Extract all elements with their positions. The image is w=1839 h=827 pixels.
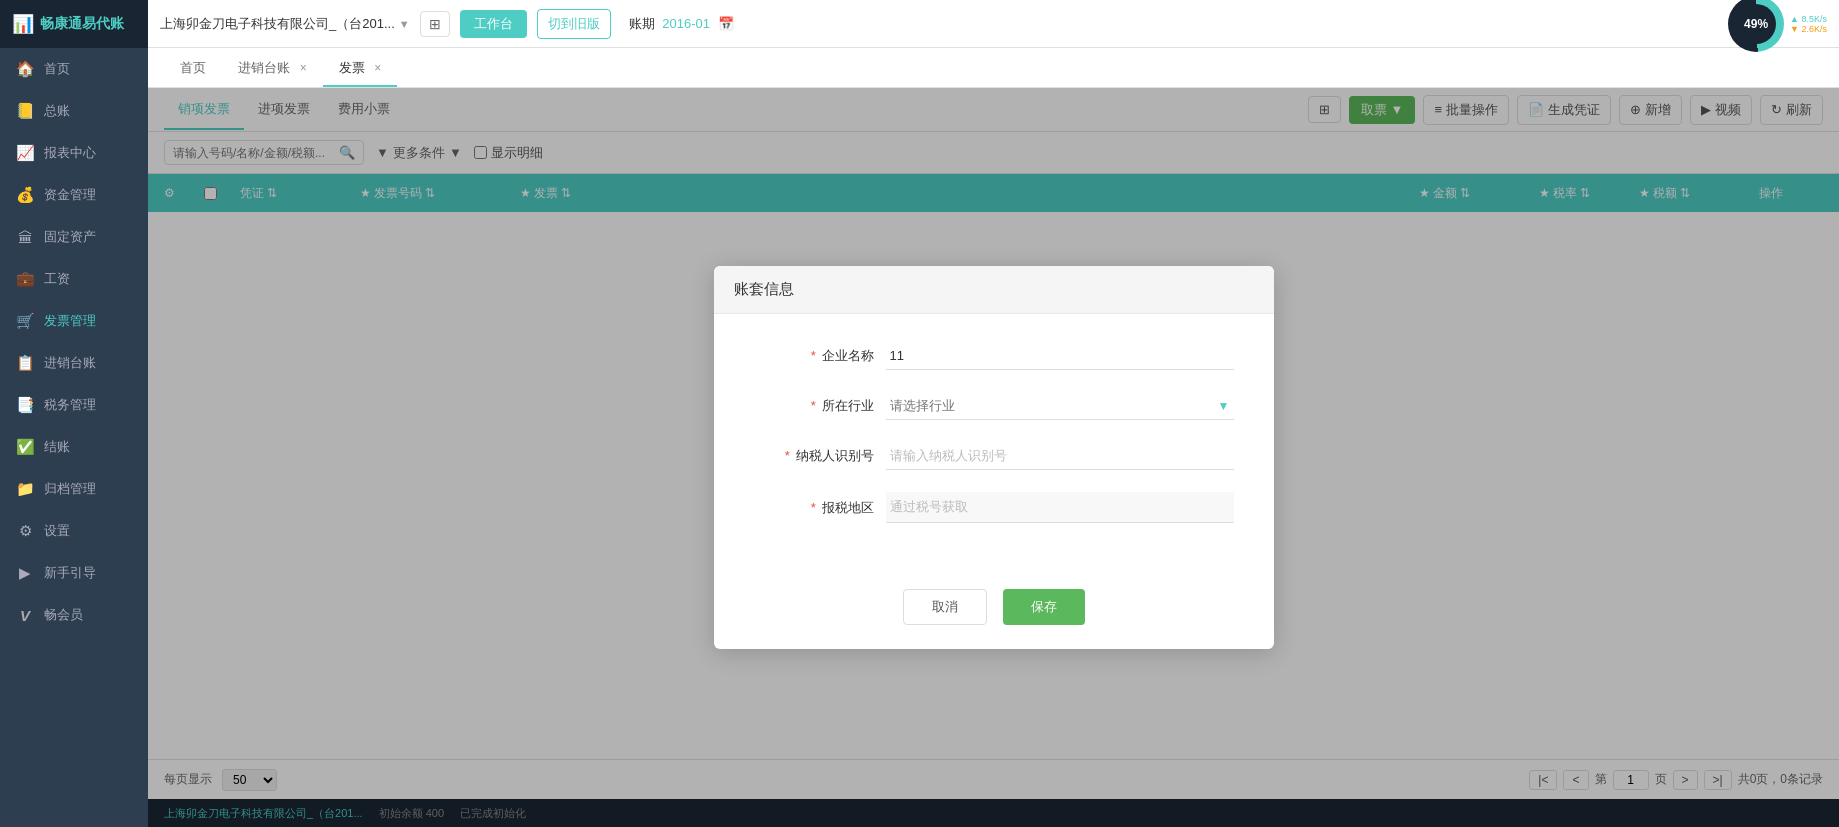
ledger-icon: 📒: [16, 102, 34, 120]
sidebar-item-label: 总账: [44, 102, 70, 120]
tax-region-display: 通过税号获取: [886, 492, 1234, 523]
sidebar-item-label: 报表中心: [44, 144, 96, 162]
app-logo: 📊 畅康通易代账: [0, 0, 148, 48]
tax-id-input[interactable]: [886, 442, 1234, 470]
main-area: 上海卯金刀电子科技有限公司_（台201... ▼ ⊞ 工作台 切到旧版 账期 2…: [148, 0, 1839, 827]
company-name-input[interactable]: [886, 342, 1234, 370]
guide-icon: ▶: [16, 564, 34, 582]
sidebar-nav: 🏠 首页 📒 总账 📈 报表中心 💰 资金管理 🏛 固定资产 💼 工资 🛒 发票…: [0, 48, 148, 827]
sidebar-item-assets[interactable]: 🏛 固定资产: [0, 216, 148, 258]
sidebar-item-label: 进销台账: [44, 354, 96, 372]
tax-id-label: * 纳税人识别号: [754, 447, 874, 465]
copy-icon-button[interactable]: ⊞: [420, 11, 450, 37]
report-icon: 📈: [16, 144, 34, 162]
breadcrumb-tab-home[interactable]: 首页: [164, 51, 222, 87]
company-chevron-icon: ▼: [399, 18, 410, 30]
speed-percent: 49%: [1744, 17, 1768, 31]
sidebar-item-settings[interactable]: ⚙ 设置: [0, 510, 148, 552]
speed-circle: 49%: [1728, 0, 1784, 52]
topbar: 上海卯金刀电子科技有限公司_（台201... ▼ ⊞ 工作台 切到旧版 账期 2…: [148, 0, 1839, 48]
settle-icon: ✅: [16, 438, 34, 456]
dialog-body: * 企业名称 * 所在行业 ▼: [714, 314, 1274, 573]
download-speed: ▼ 2.6K/s: [1790, 24, 1827, 34]
logo-icon: 📊: [12, 13, 34, 35]
tax-id-row: * 纳税人识别号: [754, 442, 1234, 470]
sidebar-item-tax[interactable]: 📑 税务管理: [0, 384, 148, 426]
workbench-button[interactable]: 工作台: [460, 10, 527, 38]
content-area: 销项发票 进项发票 费用小票 ⊞ 取票 ▼ ≡ 批量操作: [148, 88, 1839, 827]
save-button[interactable]: 保存: [1003, 589, 1085, 625]
company-selector[interactable]: 上海卯金刀电子科技有限公司_（台201... ▼: [160, 15, 410, 33]
sidebar-item-purchase[interactable]: 📋 进销台账: [0, 342, 148, 384]
sidebar-item-ledger[interactable]: 📒 总账: [0, 90, 148, 132]
logo-text: 畅康通易代账: [40, 15, 124, 33]
calendar-icon: 📅: [718, 16, 734, 31]
tax-region-label: * 报税地区: [754, 499, 874, 517]
sidebar-item-label: 资金管理: [44, 186, 96, 204]
purchase-icon: 📋: [16, 354, 34, 372]
speed-stats: ▲ 8.5K/s ▼ 2.6K/s: [1790, 14, 1827, 34]
home-icon: 🏠: [16, 60, 34, 78]
settings-icon: ⚙: [16, 522, 34, 540]
sidebar-item-home[interactable]: 🏠 首页: [0, 48, 148, 90]
member-icon: V: [16, 607, 34, 624]
tax-icon: 📑: [16, 396, 34, 414]
period-label: 账期 2016-01 📅: [629, 15, 734, 33]
sidebar-item-funds[interactable]: 💰 资金管理: [0, 174, 148, 216]
sidebar-item-guide[interactable]: ▶ 新手引导: [0, 552, 148, 594]
sidebar-item-label: 结账: [44, 438, 70, 456]
upload-speed: ▲ 8.5K/s: [1790, 14, 1827, 24]
cancel-button[interactable]: 取消: [903, 589, 987, 625]
switch-old-button[interactable]: 切到旧版: [537, 9, 611, 39]
breadcrumb-tab-purchase[interactable]: 进销台账 ×: [222, 51, 323, 87]
dialog-title: 账套信息: [714, 266, 1274, 314]
company-name-row: * 企业名称: [754, 342, 1234, 370]
sidebar-item-salary[interactable]: 💼 工资: [0, 258, 148, 300]
dialog-footer: 取消 保存: [714, 573, 1274, 649]
dialog-overlay: 账套信息 * 企业名称 * 所在行业: [148, 88, 1839, 827]
assets-icon: 🏛: [16, 229, 34, 246]
industry-input[interactable]: [890, 398, 1218, 413]
funds-icon: 💰: [16, 186, 34, 204]
close-invoice-tab-icon[interactable]: ×: [374, 61, 381, 75]
account-info-dialog: 账套信息 * 企业名称 * 所在行业: [714, 266, 1274, 649]
invoice-icon: 🛒: [16, 312, 34, 330]
sidebar-item-invoice[interactable]: 🛒 发票管理: [0, 300, 148, 342]
sidebar-item-label: 税务管理: [44, 396, 96, 414]
industry-chevron-icon: ▼: [1218, 399, 1230, 413]
sidebar-item-label: 首页: [44, 60, 70, 78]
sidebar-item-label: 设置: [44, 522, 70, 540]
sidebar-item-archive[interactable]: 📁 归档管理: [0, 468, 148, 510]
sidebar-item-label: 归档管理: [44, 480, 96, 498]
sidebar-item-label: 发票管理: [44, 312, 96, 330]
sidebar-item-label: 新手引导: [44, 564, 96, 582]
sidebar-item-member[interactable]: V 畅会员: [0, 594, 148, 636]
company-name-label: * 企业名称: [754, 347, 874, 365]
close-purchase-tab-icon[interactable]: ×: [300, 61, 307, 75]
sidebar-item-label: 工资: [44, 270, 70, 288]
salary-icon: 💼: [16, 270, 34, 288]
archive-icon: 📁: [16, 480, 34, 498]
tax-region-row: * 报税地区 通过税号获取: [754, 492, 1234, 523]
network-widget: 49% ▲ 8.5K/s ▼ 2.6K/s: [1728, 0, 1827, 52]
company-name: 上海卯金刀电子科技有限公司_（台201...: [160, 15, 395, 33]
industry-row: * 所在行业 ▼: [754, 392, 1234, 420]
sidebar-item-settle[interactable]: ✅ 结账: [0, 426, 148, 468]
breadcrumb-tab-invoice[interactable]: 发票 ×: [323, 51, 398, 87]
sidebar-item-report[interactable]: 📈 报表中心: [0, 132, 148, 174]
sidebar: 📊 畅康通易代账 🏠 首页 📒 总账 📈 报表中心 💰 资金管理 🏛 固定资产 …: [0, 0, 148, 827]
industry-select-wrap[interactable]: ▼: [886, 392, 1234, 420]
sidebar-item-label: 畅会员: [44, 606, 83, 624]
industry-label: * 所在行业: [754, 397, 874, 415]
breadcrumb-bar: 首页 进销台账 × 发票 ×: [148, 48, 1839, 88]
sidebar-item-label: 固定资产: [44, 228, 96, 246]
